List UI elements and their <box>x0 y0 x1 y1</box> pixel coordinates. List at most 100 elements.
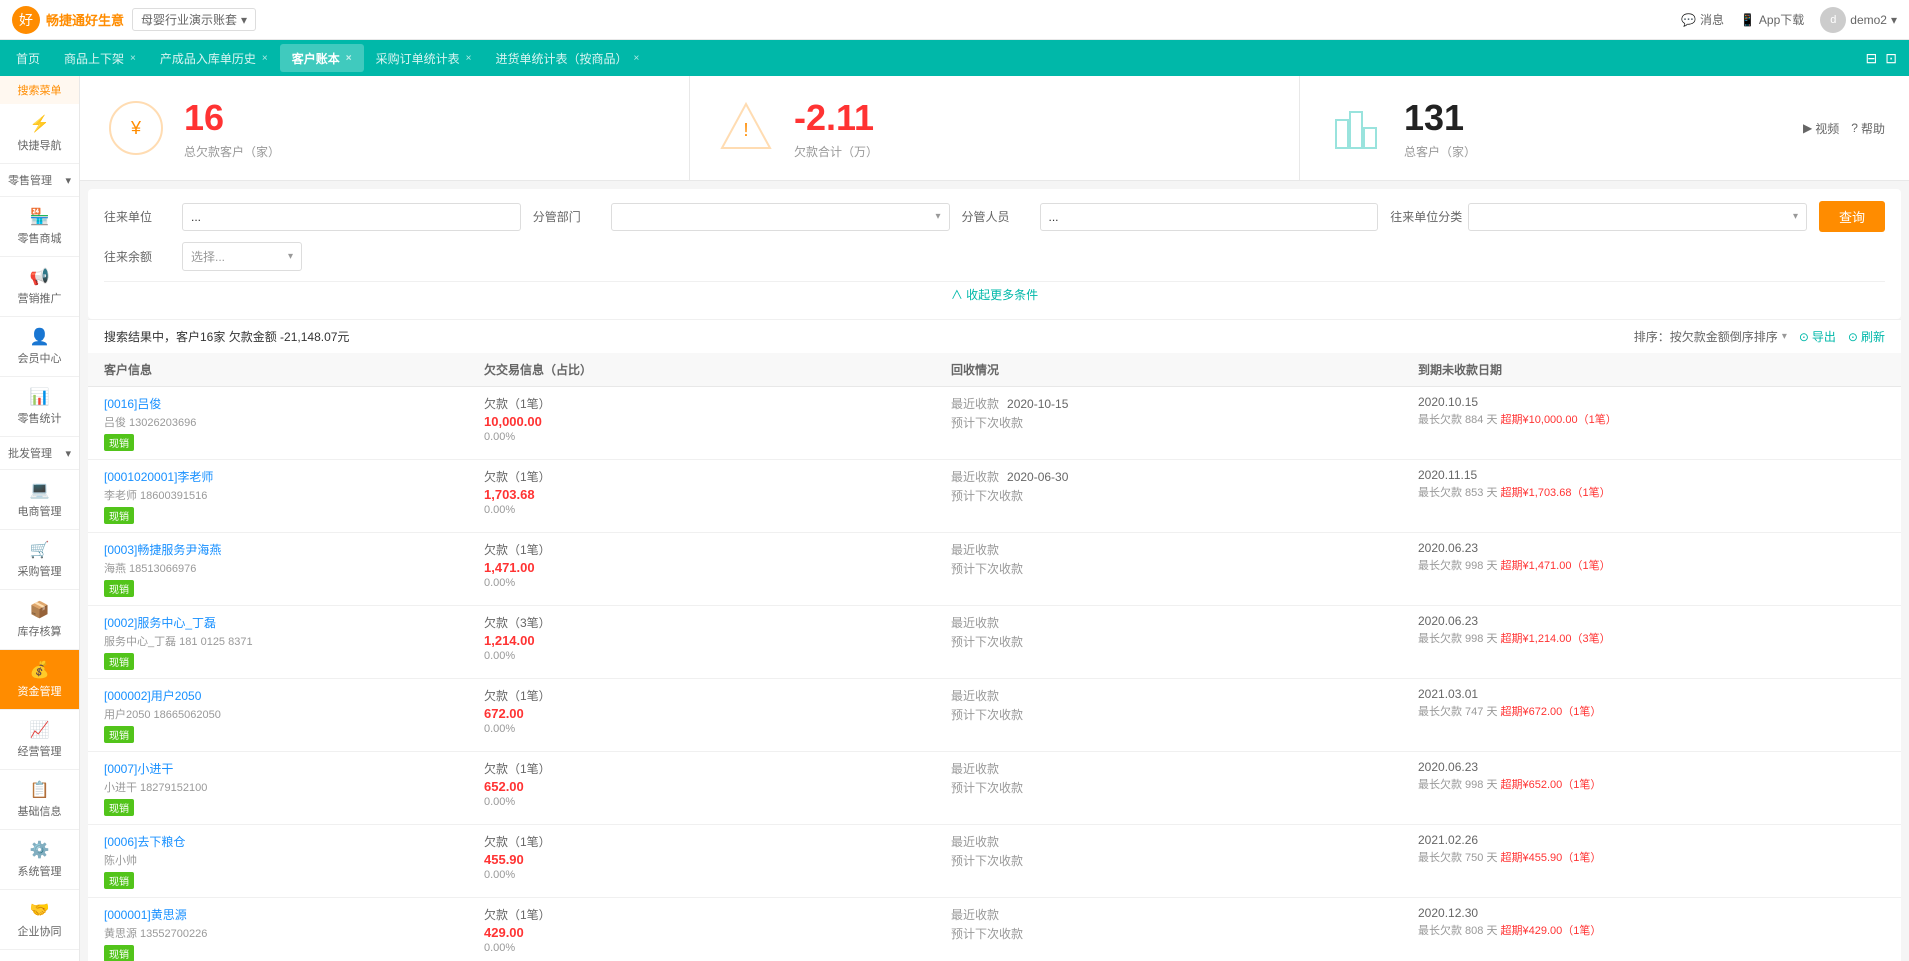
tab-home[interactable]: 首页 <box>4 44 52 72</box>
export-button[interactable]: ⊙ 导出 <box>1799 328 1836 345</box>
rec-date-2: 2020-06-30 <box>1007 470 1068 484</box>
chevron-down-icon: ▾ <box>65 447 71 460</box>
overdue-link-4[interactable]: 超期¥1,214.00（3笔） <box>1501 633 1611 645</box>
collapse-bar[interactable]: ∧ 收起更多条件 <box>104 281 1885 307</box>
debt-percent-4: 0.00% <box>484 650 951 662</box>
tab-customer[interactable]: 客户账本 × <box>280 44 364 72</box>
search-button[interactable]: 查询 <box>1819 201 1885 232</box>
debt-amount-6[interactable]: 652.00 <box>484 779 951 794</box>
filter-row-2: 往来余额 选择... ▾ <box>104 242 1885 271</box>
debt-count-5: 欠款（1笔） <box>484 687 951 704</box>
tab-production[interactable]: 产成品入库单历史 × <box>148 44 280 72</box>
debt-summary: 欠款金额 -21,148.07元 <box>229 330 350 344</box>
sidebar-item-member[interactable]: 👤 会员中心 <box>0 317 79 377</box>
filter-unit-input[interactable]: ... <box>182 203 521 231</box>
app-download-label: App下载 <box>1759 11 1804 28</box>
video-btn[interactable]: ▶ 视频 <box>1803 120 1839 137</box>
debt-percent-6: 0.00% <box>484 796 951 808</box>
debt-amount-8[interactable]: 429.00 <box>484 925 951 940</box>
sidebar-item-quick-nav[interactable]: ⚡ 快捷导航 <box>0 104 79 164</box>
nav-tabs: 首页 商品上下架 × 产成品入库单历史 × 客户账本 × 采购订单统计表 × 进… <box>0 40 1909 76</box>
chevron-down-icon: ▾ <box>288 251 293 262</box>
svg-text:!: ! <box>743 120 748 140</box>
overdue-link-7[interactable]: 超期¥455.90（1笔） <box>1501 852 1602 864</box>
message-btn[interactable]: 💬 消息 <box>1681 11 1724 28</box>
customer-name-5[interactable]: [000002]用户2050 <box>104 687 484 704</box>
tab-customer-close[interactable]: × <box>346 53 352 64</box>
nav-expand-icon[interactable]: ⊡ <box>1885 50 1897 67</box>
sidebar-item-system[interactable]: ⚙️ 系统管理 <box>0 830 79 890</box>
col-header-recovery: 回收情况 <box>951 361 1418 378</box>
sidebar-item-batch-mgmt[interactable]: 批发管理 ▾ <box>0 437 79 470</box>
sidebar-item-enterprise[interactable]: 🤝 企业协同 <box>0 890 79 950</box>
tab-goods-close[interactable]: × <box>130 53 136 64</box>
debt-amount-7[interactable]: 455.90 <box>484 852 951 867</box>
filter-person-input[interactable]: ... <box>1040 203 1379 231</box>
customer-name-3[interactable]: [0003]畅捷服务尹海燕 <box>104 541 484 558</box>
debt-amount-4[interactable]: 1,214.00 <box>484 633 951 648</box>
tab-purchase[interactable]: 采购订单统计表 × <box>364 44 484 72</box>
table-row: [0001020001]李老师 李老师 18600391516 现销 欠款（1笔… <box>88 460 1901 533</box>
rec-label-1: 最近收款 <box>951 397 999 411</box>
sidebar-item-retail-stats[interactable]: 📊 零售统计 <box>0 377 79 437</box>
filter-balance-select[interactable]: 选择... ▾ <box>182 242 302 271</box>
finance-label: 资金管理 <box>18 683 62 699</box>
rec-label-5: 最近收款 <box>951 689 999 703</box>
tab-purchase-close[interactable]: × <box>466 53 472 64</box>
sidebar-item-ecommerce[interactable]: 💻 电商管理 <box>0 470 79 530</box>
debt-amount-2[interactable]: 1,703.68 <box>484 487 951 502</box>
overdue-link-5[interactable]: 超期¥672.00（1笔） <box>1501 706 1602 718</box>
overdue-link-3[interactable]: 超期¥1,471.00（1笔） <box>1501 560 1611 572</box>
help-btn[interactable]: ? 帮助 <box>1851 120 1885 137</box>
sidebar-item-retail-mgmt[interactable]: 零售管理 ▾ <box>0 164 79 197</box>
tab-goods[interactable]: 商品上下架 × <box>52 44 148 72</box>
recovery-info-3: 最近收款 预计下次收款 <box>951 541 1418 577</box>
sort-selector[interactable]: 排序：按欠款金额倒序排序 ▾ <box>1634 328 1787 345</box>
customer-name-1[interactable]: [0016]吕俊 <box>104 395 484 412</box>
table-row: [000001]黄思源 黄思源 13552700226 现销 欠款（1笔） 42… <box>88 898 1901 961</box>
customer-info-8: [000001]黄思源 黄思源 13552700226 现销 <box>104 906 484 961</box>
customer-name-4[interactable]: [0002]服务中心_丁磊 <box>104 614 484 631</box>
sidebar-item-basic[interactable]: 📋 基础信息 <box>0 770 79 830</box>
refresh-button[interactable]: ⊙ 刷新 <box>1848 328 1885 345</box>
customer-name-8[interactable]: [000001]黄思源 <box>104 906 484 923</box>
overdue-link-8[interactable]: 超期¥429.00（1笔） <box>1501 925 1602 937</box>
tab-production-close[interactable]: × <box>262 53 268 64</box>
sidebar-item-marketing[interactable]: 📢 营销推广 <box>0 257 79 317</box>
app-download-btn[interactable]: 📱 App下载 <box>1740 11 1804 28</box>
debt-amount-3[interactable]: 1,471.00 <box>484 560 951 575</box>
tab-incoming-close[interactable]: × <box>633 53 639 64</box>
overdue-link-2[interactable]: 超期¥1,703.68（1笔） <box>1501 487 1611 499</box>
sidebar-item-inventory[interactable]: 📦 库存核算 <box>0 590 79 650</box>
sidebar-item-retail-mall[interactable]: 🏪 零售商城 <box>0 197 79 257</box>
sidebar-item-newbie[interactable]: 🎯 新手引导 <box>0 950 79 961</box>
filter-dept-select[interactable]: ▾ <box>611 203 950 231</box>
industry-selector[interactable]: 母婴行业演示账套 ▾ <box>132 8 256 31</box>
sidebar-item-operations[interactable]: 📈 经营管理 <box>0 710 79 770</box>
filter-item-unit: 往来单位 ... <box>104 203 521 231</box>
customer-name-6[interactable]: [0007]小进干 <box>104 760 484 777</box>
content-area: ¥ 16 总欠款客户（家） ! -2.11 欠款合计（万） <box>80 76 1909 961</box>
nav-minimize-icon[interactable]: ⊟ <box>1866 50 1878 67</box>
overdue-link-6[interactable]: 超期¥652.00（1笔） <box>1501 779 1602 791</box>
debt-amount-5[interactable]: 672.00 <box>484 706 951 721</box>
chevron-down-icon: ▾ <box>241 13 247 27</box>
debt-amount-1[interactable]: 10,000.00 <box>484 414 951 429</box>
debt-info-5: 欠款（1笔） 672.00 0.00% <box>484 687 951 735</box>
table-row: [0003]畅捷服务尹海燕 海燕 18513066976 现销 欠款（1笔） 1… <box>88 533 1901 606</box>
customer-name-7[interactable]: [0006]去下粮仓 <box>104 833 484 850</box>
finance-icon: 💰 <box>30 660 50 680</box>
collapse-icon: ∧ <box>951 288 963 302</box>
customer-name-2[interactable]: [0001020001]李老师 <box>104 468 484 485</box>
retail-mall-label: 零售商城 <box>18 230 62 246</box>
filter-category-select[interactable]: ▾ <box>1468 203 1807 231</box>
tab-incoming[interactable]: 进货单统计表（按商品） × <box>483 44 651 72</box>
customer-tag-2: 现销 <box>104 507 134 524</box>
due-date-4: 2020.06.23 <box>1418 614 1885 628</box>
user-avatar-area[interactable]: d demo2 ▾ <box>1820 7 1897 33</box>
table-row: [0006]去下粮仓 陈小帅 现销 欠款（1笔） 455.90 0.00% 最近… <box>88 825 1901 898</box>
sidebar-item-finance[interactable]: 💰 资金管理 <box>0 650 79 710</box>
sidebar-item-purchase[interactable]: 🛒 采购管理 <box>0 530 79 590</box>
overdue-link-1[interactable]: 超期¥10,000.00（1笔） <box>1501 414 1617 426</box>
search-menu[interactable]: 搜索菜单 <box>0 76 79 104</box>
